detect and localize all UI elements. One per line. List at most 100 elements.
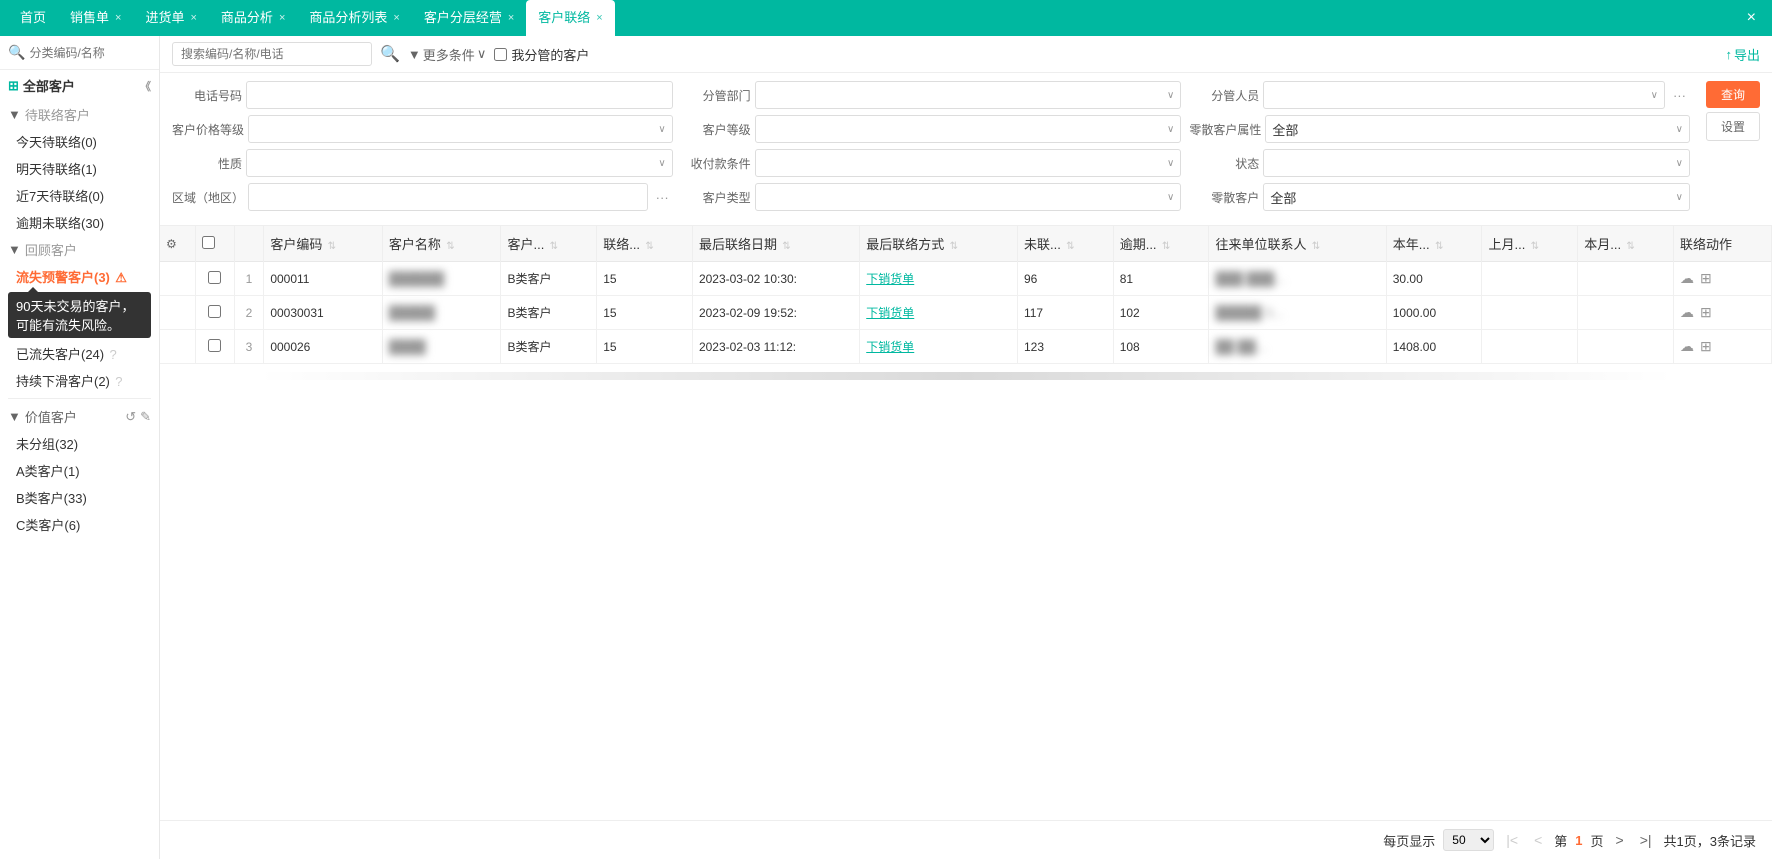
sparse-attr-select[interactable]: 全部∨ xyxy=(1265,115,1690,143)
payment-select[interactable]: ∨ xyxy=(755,149,1182,177)
contact-icon-2[interactable]: ☁ xyxy=(1680,338,1694,355)
search-input[interactable] xyxy=(172,42,372,66)
edit-icon[interactable]: ✎ xyxy=(140,409,151,425)
sidebar-search-input[interactable] xyxy=(29,46,160,60)
query-button[interactable]: 查询 xyxy=(1706,81,1760,108)
status-select[interactable]: ∨ xyxy=(1263,149,1690,177)
nav-item-analysis[interactable]: 商品分析 × xyxy=(209,0,297,36)
contacts-col-header[interactable]: 联络... ⇅ xyxy=(597,226,693,262)
sidebar-item-today[interactable]: 今天待联络(0) xyxy=(0,128,159,155)
row-checkbox-1[interactable] xyxy=(195,296,234,330)
last-page-button[interactable]: >| xyxy=(1636,830,1656,850)
settings-col-header[interactable]: ⚙ xyxy=(160,226,195,262)
manager-select[interactable]: ∨ xyxy=(1263,81,1665,109)
manager-label: 分管人员 xyxy=(1189,87,1259,104)
sidebar-item-already-lost[interactable]: 已流失客户(24) ? xyxy=(0,340,159,367)
more-action-icon-1[interactable]: ⊞ xyxy=(1700,304,1712,321)
nav-item-home[interactable]: 首页 xyxy=(8,0,58,36)
sidebar-all-customers[interactable]: ⊞ 全部客户 《 xyxy=(0,70,159,101)
phone-input[interactable] xyxy=(246,81,673,109)
nature-label: 性质 xyxy=(172,155,242,172)
arrow-down-value-icon: ▼ xyxy=(8,409,21,424)
sidebar-group-lost-header[interactable]: ▼ 回顾客户 xyxy=(0,236,159,263)
my-customers-checkbox-label[interactable]: 我分管的客户 xyxy=(494,45,589,64)
customer-type-select[interactable]: ∨ xyxy=(755,183,1182,211)
class-col-header[interactable]: 客户... ⇅ xyxy=(501,226,597,262)
close-analysis-icon[interactable]: × xyxy=(279,0,285,36)
more-action-icon-2[interactable]: ⊞ xyxy=(1700,338,1712,355)
contact-icon-0[interactable]: ☁ xyxy=(1680,270,1694,287)
row-action-0: ☁ ⊞ xyxy=(1673,262,1771,296)
nav-sales-label: 销售单 xyxy=(70,0,109,36)
nav-item-sales[interactable]: 销售单 × xyxy=(58,0,133,36)
region-input[interactable] xyxy=(248,183,648,211)
contact-icon-1[interactable]: ☁ xyxy=(1680,304,1694,321)
customer-type-label: 客户类型 xyxy=(681,189,751,206)
sidebar-item-churn-risk[interactable]: 流失预警客户(3) ⚠ xyxy=(0,263,159,290)
row-last-way-0[interactable]: 下销货单 xyxy=(860,262,1018,296)
last-month-col-header[interactable]: 上月... ⇅ xyxy=(1482,226,1578,262)
row-checkbox-2[interactable] xyxy=(195,330,234,364)
row-last-date-2: 2023-02-03 11:12: xyxy=(692,330,859,364)
next-page-button[interactable]: > xyxy=(1612,830,1628,850)
nav-item-analysis-list[interactable]: 商品分析列表 × xyxy=(297,0,411,36)
sidebar-group-value-header[interactable]: ▼ 价值客户 ↺ ✎ xyxy=(0,403,159,430)
close-segment-icon[interactable]: × xyxy=(508,0,514,36)
this-month-col-header[interactable]: 本月... ⇅ xyxy=(1578,226,1674,262)
nav-item-purchase[interactable]: 进货单 × xyxy=(133,0,208,36)
overdue-col-header[interactable]: 逾期... ⇅ xyxy=(1113,226,1209,262)
nav-item-segment[interactable]: 客户分层经营 × xyxy=(412,0,526,36)
status-label: 状态 xyxy=(1189,155,1259,172)
sidebar-item-class-b[interactable]: B类客户(33) xyxy=(0,484,159,511)
row-num-1: 2 xyxy=(234,296,264,330)
export-button[interactable]: ↑ 导出 xyxy=(1725,45,1760,64)
sidebar-group-pending-header[interactable]: ▼ 待联络客户 xyxy=(0,101,159,128)
close-contact-icon[interactable]: × xyxy=(596,0,602,36)
sidebar-item-tomorrow[interactable]: 明天待联络(1) xyxy=(0,155,159,182)
name-col-header[interactable]: 客户名称 ⇅ xyxy=(382,226,501,262)
more-action-icon-0[interactable]: ⊞ xyxy=(1700,270,1712,287)
nature-select[interactable]: ∨ xyxy=(246,149,673,177)
this-year-col-header[interactable]: 本年... ⇅ xyxy=(1386,226,1482,262)
row-class-1: B类客户 xyxy=(501,296,597,330)
page-size-select[interactable]: 20 50 100 xyxy=(1443,829,1494,851)
row-checkbox-0[interactable] xyxy=(195,262,234,296)
more-conditions-button[interactable]: ▼ 更多条件 ∨ xyxy=(408,45,486,64)
last-way-col-header[interactable]: 最后联络方式 ⇅ xyxy=(860,226,1018,262)
sidebar-item-overdue[interactable]: 逾期未联络(30) xyxy=(0,209,159,236)
code-col-header[interactable]: 客户编码 ⇅ xyxy=(264,226,383,262)
my-customers-checkbox[interactable] xyxy=(494,48,507,61)
first-page-button[interactable]: |< xyxy=(1502,830,1522,850)
sidebar-item-class-c[interactable]: C类客户(6) xyxy=(0,511,159,538)
dept-select[interactable]: ∨ xyxy=(755,81,1182,109)
sidebar-item-class-a[interactable]: A类客户(1) xyxy=(0,457,159,484)
manager-dots[interactable]: ··· xyxy=(1669,88,1690,103)
nav-item-contact[interactable]: 客户联络 × xyxy=(526,0,614,36)
customer-grade-select[interactable]: ∨ xyxy=(755,115,1182,143)
unit-contact-col-header[interactable]: 往来单位联系人 ⇅ xyxy=(1209,226,1386,262)
region-dots[interactable]: ··· xyxy=(652,190,673,205)
sidebar-item-7days[interactable]: 近7天待联络(0) xyxy=(0,182,159,209)
collapse-sidebar-icon[interactable]: 《 xyxy=(140,78,151,94)
sidebar-item-downgrade[interactable]: 持续下滑客户(2) ? xyxy=(0,367,159,394)
sparse-customer-select[interactable]: 全部∨ xyxy=(1263,183,1690,211)
uncontacted-col-header[interactable]: 未联... ⇅ xyxy=(1017,226,1113,262)
group-value-label: 价值客户 xyxy=(25,407,77,426)
close-sales-icon[interactable]: × xyxy=(115,0,121,36)
question-icon-2: ? xyxy=(115,374,122,389)
close-purchase-icon[interactable]: × xyxy=(190,0,196,36)
row-last-way-2[interactable]: 下销货单 xyxy=(860,330,1018,364)
select-all-checkbox[interactable] xyxy=(202,236,215,249)
price-grade-select[interactable]: ∨ xyxy=(248,115,673,143)
checkbox-col-header[interactable] xyxy=(195,226,234,262)
row-last-way-1[interactable]: 下销货单 xyxy=(860,296,1018,330)
prev-page-button[interactable]: < xyxy=(1530,830,1546,850)
search-button[interactable]: 🔍 xyxy=(380,44,400,64)
close-analysis-list-icon[interactable]: × xyxy=(393,0,399,36)
last-date-col-header[interactable]: 最后联络日期 ⇅ xyxy=(692,226,859,262)
setting-button[interactable]: 设置 xyxy=(1706,112,1760,141)
refresh-icon[interactable]: ↺ xyxy=(125,409,136,425)
close-all-icon[interactable]: × xyxy=(1739,9,1764,27)
sidebar-item-unclassified[interactable]: 未分组(32) xyxy=(0,430,159,457)
table-row: 2 00030031 █████ B类客户 15 2023-02-09 19:5… xyxy=(160,296,1772,330)
